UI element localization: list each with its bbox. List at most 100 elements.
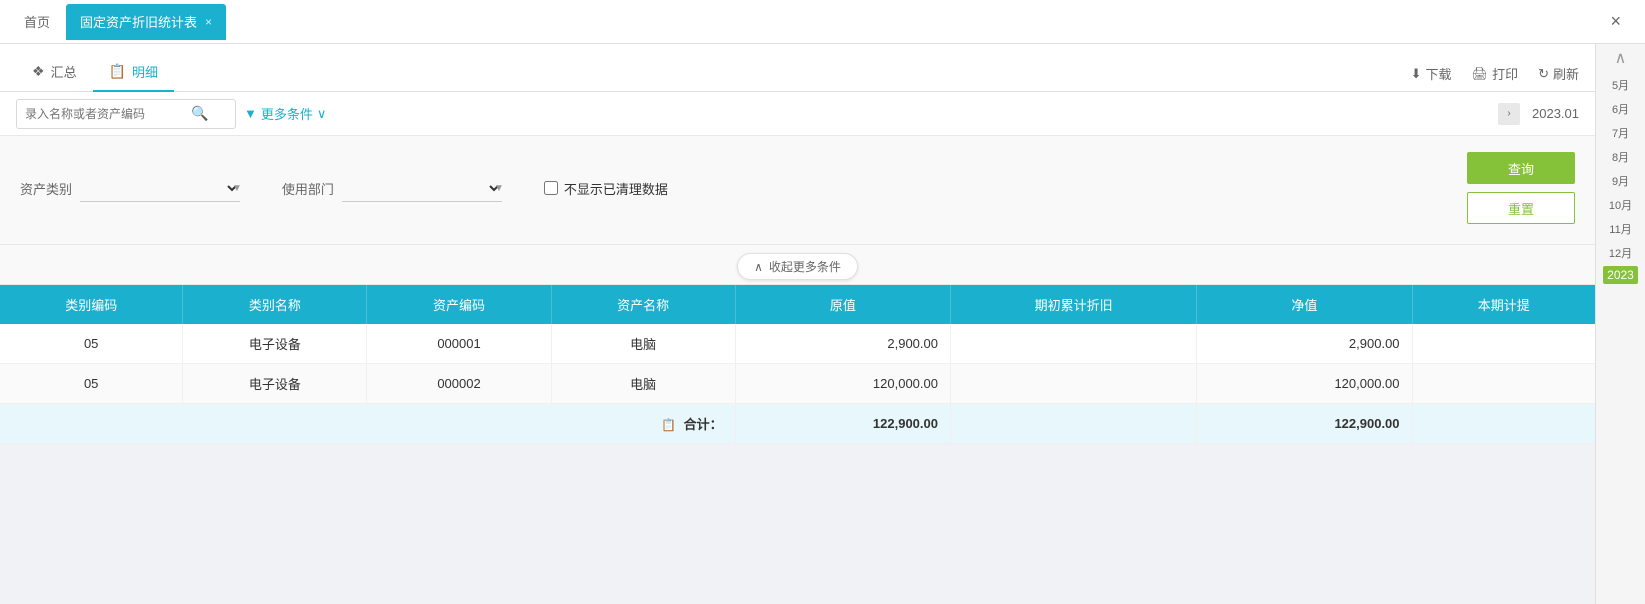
filter-row: 资产类别 ▼ 使用部门 ▼ 不显示已清理数据 (20, 152, 1575, 224)
nav-home[interactable]: 首页 (16, 12, 58, 31)
main-panel: ❖ 汇总 📋 明细 ⬇ 下载 🖨 打印 ↻ 刷新 (0, 44, 1595, 444)
cell-category-name: 电子设备 (183, 364, 367, 404)
month-nav-item[interactable]: 12月 (1601, 242, 1641, 264)
month-nav-item[interactable]: 11月 (1601, 218, 1641, 240)
filter-bar: 🔍 ▼ 更多条件 ∨ › 2023.01 (0, 92, 1595, 136)
detail-icon: 📋 (109, 63, 126, 80)
current-year-badge[interactable]: 2023 (1603, 266, 1638, 284)
exclude-cleared-label: 不显示已清理数据 (564, 179, 668, 198)
total-label: 合计： (684, 417, 723, 432)
month-nav-item[interactable]: 6月 (1601, 98, 1641, 120)
department-select[interactable] (342, 174, 502, 202)
more-conditions-label: 更多条件 (261, 104, 313, 123)
total-net-value: 122,900.00 (1197, 404, 1412, 444)
tab-bar: ❖ 汇总 📋 明细 ⬇ 下载 🖨 打印 ↻ 刷新 (0, 44, 1595, 92)
table-total-row: 📋 合计： 122,900.00 122,900.00 (0, 404, 1595, 444)
search-input[interactable] (25, 107, 185, 121)
total-icon: 📋 (661, 418, 676, 432)
col-header-category-name: 类别名称 (183, 285, 367, 324)
cell-net-value: 120,000.00 (1197, 364, 1412, 404)
search-icon[interactable]: 🔍 (191, 105, 208, 122)
month-scroll-up[interactable]: ∧ (1611, 44, 1631, 72)
col-header-category-code: 类别编码 (0, 285, 183, 324)
query-button[interactable]: 查询 (1467, 152, 1575, 184)
month-nav-item[interactable]: 5月 (1601, 74, 1641, 96)
table-header-row: 类别编码 类别名称 资产编码 资产名称 原值 期初累计折旧 净值 本期计提 (0, 285, 1595, 324)
cell-accumulated-depreciation (950, 364, 1196, 404)
action-buttons: 查询 重置 (1467, 152, 1575, 224)
toolbar-right: ⬇ 下载 🖨 打印 ↻ 刷新 (1411, 64, 1579, 91)
tab-summary[interactable]: ❖ 汇总 (16, 52, 93, 92)
month-nav-item[interactable]: 9月 (1601, 170, 1641, 192)
download-button[interactable]: ⬇ 下载 (1411, 64, 1452, 83)
table-row: 05 电子设备 000001 电脑 2,900.00 2,900.00 (0, 324, 1595, 364)
cell-category-code: 05 (0, 324, 183, 364)
cell-current-depreciation (1412, 324, 1595, 364)
active-tab-label: 固定资产折旧统计表 (80, 12, 197, 31)
tab-detail[interactable]: 📋 明细 (93, 52, 174, 92)
department-label: 使用部门 (282, 179, 334, 198)
exclude-cleared-checkbox[interactable] (544, 181, 558, 195)
data-table-wrap: 类别编码 类别名称 资产编码 资产名称 原值 期初累计折旧 净值 本期计提 05… (0, 285, 1595, 444)
cell-asset-code: 000002 (367, 364, 551, 404)
chevron-down-icon: ∨ (317, 106, 327, 122)
col-header-asset-name: 资产名称 (551, 285, 735, 324)
month-list: 5月6月7月8月9月10月11月12月 (1601, 72, 1641, 266)
total-label-cell: 📋 合计： (0, 404, 735, 444)
download-label: 下载 (1426, 64, 1452, 83)
cell-asset-name: 电脑 (551, 324, 735, 364)
print-icon: 🖨 (1472, 66, 1489, 82)
collapse-label: 收起更多条件 (769, 258, 841, 275)
tab-detail-label: 明细 (132, 62, 158, 81)
summary-icon: ❖ (32, 63, 45, 80)
print-button[interactable]: 🖨 打印 (1472, 64, 1519, 83)
month-nav-item[interactable]: 7月 (1601, 122, 1641, 144)
col-header-current-depreciation: 本期计提 (1412, 285, 1595, 324)
top-nav: 首页 固定资产折旧统计表 × × (0, 0, 1645, 44)
cell-accumulated-depreciation (950, 324, 1196, 364)
total-original-value: 122,900.00 (735, 404, 950, 444)
month-nav-item[interactable]: 10月 (1601, 194, 1641, 216)
table-row: 05 电子设备 000002 电脑 120,000.00 120,000.00 (0, 364, 1595, 404)
tab-close-icon[interactable]: × (205, 15, 212, 29)
asset-category-select[interactable] (80, 174, 240, 202)
window-close-button[interactable]: × (1602, 11, 1629, 32)
cell-category-code: 05 (0, 364, 183, 404)
advanced-filter: 资产类别 ▼ 使用部门 ▼ 不显示已清理数据 (0, 136, 1595, 245)
cell-category-name: 电子设备 (183, 324, 367, 364)
refresh-icon: ↻ (1538, 66, 1549, 82)
active-tab[interactable]: 固定资产折旧统计表 × (66, 4, 226, 40)
right-sidebar: ∧ 5月6月7月8月9月10月11月12月 2023 (1595, 44, 1645, 444)
asset-category-field: 资产类别 ▼ (20, 174, 242, 202)
collapse-section: ∧ 收起更多条件 (0, 245, 1595, 285)
exclude-cleared-field[interactable]: 不显示已清理数据 (544, 179, 668, 198)
col-header-original-value: 原值 (735, 285, 950, 324)
cell-current-depreciation (1412, 364, 1595, 404)
cell-asset-name: 电脑 (551, 364, 735, 404)
period-label: 2023.01 (1528, 106, 1579, 121)
print-label: 打印 (1492, 64, 1518, 83)
col-header-net-value: 净值 (1197, 285, 1412, 324)
layout-body: ❖ 汇总 📋 明细 ⬇ 下载 🖨 打印 ↻ 刷新 (0, 44, 1645, 444)
period-nav-button[interactable]: › (1498, 103, 1520, 125)
refresh-label: 刷新 (1553, 64, 1579, 83)
col-header-accumulated-depreciation: 期初累计折旧 (950, 285, 1196, 324)
asset-category-label: 资产类别 (20, 179, 72, 198)
search-input-wrap: 🔍 (16, 99, 236, 129)
filter-icon: ▼ (244, 106, 257, 121)
table-body: 05 电子设备 000001 电脑 2,900.00 2,900.00 05 电… (0, 324, 1595, 444)
cell-net-value: 2,900.00 (1197, 324, 1412, 364)
total-accumulated-depreciation (950, 404, 1196, 444)
total-current-depreciation (1412, 404, 1595, 444)
collapse-button[interactable]: ∧ 收起更多条件 (737, 253, 858, 280)
refresh-button[interactable]: ↻ 刷新 (1538, 64, 1579, 83)
cell-asset-code: 000001 (367, 324, 551, 364)
cell-original-value: 120,000.00 (735, 364, 950, 404)
col-header-asset-code: 资产编码 (367, 285, 551, 324)
reset-button[interactable]: 重置 (1467, 192, 1575, 224)
month-nav-item[interactable]: 8月 (1601, 146, 1641, 168)
download-icon: ⬇ (1411, 66, 1422, 82)
department-field: 使用部门 ▼ (282, 174, 504, 202)
data-table: 类别编码 类别名称 资产编码 资产名称 原值 期初累计折旧 净值 本期计提 05… (0, 285, 1595, 444)
more-conditions-button[interactable]: ▼ 更多条件 ∨ (244, 104, 326, 123)
